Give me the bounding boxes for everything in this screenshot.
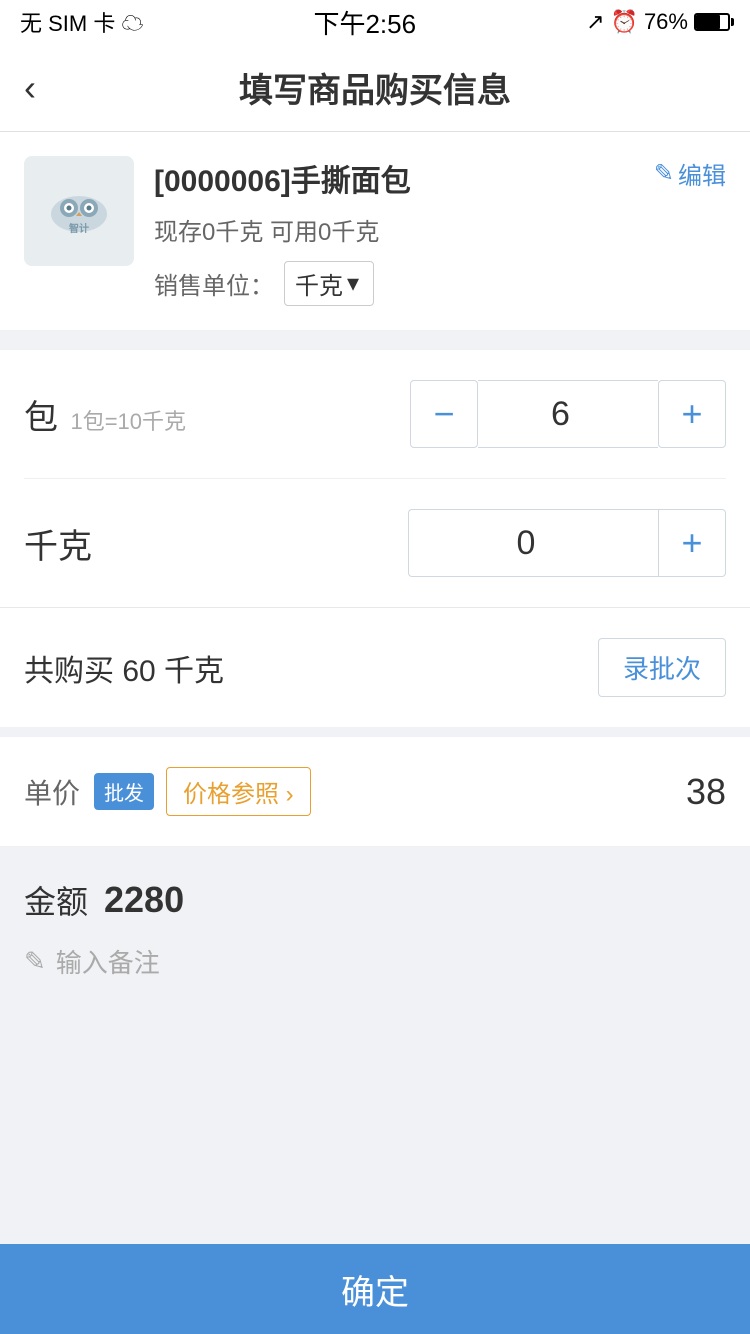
kg-label: 千克	[24, 528, 92, 566]
svg-text:智计: 智计	[69, 222, 89, 235]
status-left: 无 SIM 卡 ☁	[20, 6, 143, 38]
kg-input[interactable]	[408, 509, 658, 577]
package-increment-button[interactable]: +	[658, 380, 726, 448]
back-button[interactable]: ‹	[24, 67, 36, 109]
edit-label: 编辑	[678, 156, 726, 191]
status-bar: 无 SIM 卡 ☁ 下午2:56 ↗ ⏰ 76%	[0, 0, 750, 44]
note-label: 输入备注	[56, 943, 160, 980]
status-right: ↗ ⏰ 76%	[586, 9, 730, 35]
edit-icon: ✎	[654, 159, 674, 188]
product-unit-row: 销售单位： 千克 ▾	[154, 261, 726, 306]
note-row[interactable]: ✎ 输入备注	[24, 943, 726, 980]
price-section: 单价 批发 价格参照 › 38	[0, 737, 750, 847]
edit-button[interactable]: ✎ 编辑	[654, 156, 726, 191]
signal-icon: ↗	[586, 9, 604, 35]
unit-value: 千克	[295, 266, 343, 301]
quantity-section: 包 1包=10千克 − + 千克 +	[0, 350, 750, 608]
alarm-icon: ⏰	[611, 9, 638, 35]
battery-icon	[694, 13, 730, 31]
package-row: 包 1包=10千克 − +	[24, 350, 726, 479]
nav-bar: ‹ 填写商品购买信息	[0, 44, 750, 132]
package-sublabel: 1包=10千克	[70, 409, 186, 434]
product-image: 智计	[24, 156, 134, 266]
unit-label: 销售单位：	[154, 266, 274, 301]
kg-row: 千克 +	[24, 479, 726, 607]
confirm-button[interactable]: 确定	[0, 1244, 750, 1334]
package-decrement-button[interactable]: −	[410, 380, 478, 448]
kg-label-group: 千克	[24, 519, 92, 568]
product-logo: 智计	[44, 186, 114, 236]
status-time: 下午2:56	[313, 4, 416, 41]
kg-controls: +	[408, 509, 726, 577]
total-label: 共购买 60 千克	[24, 646, 224, 690]
price-value: 38	[686, 771, 726, 813]
package-label: 包	[24, 399, 58, 437]
amount-label: 金额	[24, 877, 88, 923]
battery-percent: 76%	[644, 9, 688, 35]
sim-status: 无 SIM 卡 ☁	[20, 6, 143, 38]
product-section: 智计 [0000006]手撕面包 现存0千克 可用0千克 销售单位： 千克 ▾ …	[0, 132, 750, 350]
total-section: 共购买 60 千克 录批次	[0, 608, 750, 737]
total-row: 共购买 60 千克 录批次	[24, 608, 726, 727]
product-name: [0000006]手撕面包	[154, 156, 726, 200]
unit-select[interactable]: 千克 ▾	[284, 261, 374, 306]
kg-increment-button[interactable]: +	[658, 509, 726, 577]
price-label: 单价	[24, 772, 80, 812]
package-input[interactable]	[478, 380, 658, 448]
package-controls: − +	[410, 380, 726, 448]
dropdown-icon: ▾	[347, 269, 359, 298]
product-info: [0000006]手撕面包 现存0千克 可用0千克 销售单位： 千克 ▾	[154, 156, 726, 306]
price-reference-button[interactable]: 价格参照 ›	[166, 767, 311, 816]
price-type-badge: 批发	[94, 773, 154, 810]
pencil-icon: ✎	[24, 946, 46, 977]
page-title: 填写商品购买信息	[239, 63, 511, 112]
amount-value: 2280	[104, 879, 184, 921]
amount-section: 金额 2280 ✎ 输入备注	[0, 847, 750, 1047]
product-stock: 现存0千克 可用0千克	[154, 212, 726, 247]
amount-row: 金额 2280	[24, 877, 726, 923]
batch-button[interactable]: 录批次	[598, 638, 726, 697]
package-label-group: 包 1包=10千克	[24, 390, 186, 439]
